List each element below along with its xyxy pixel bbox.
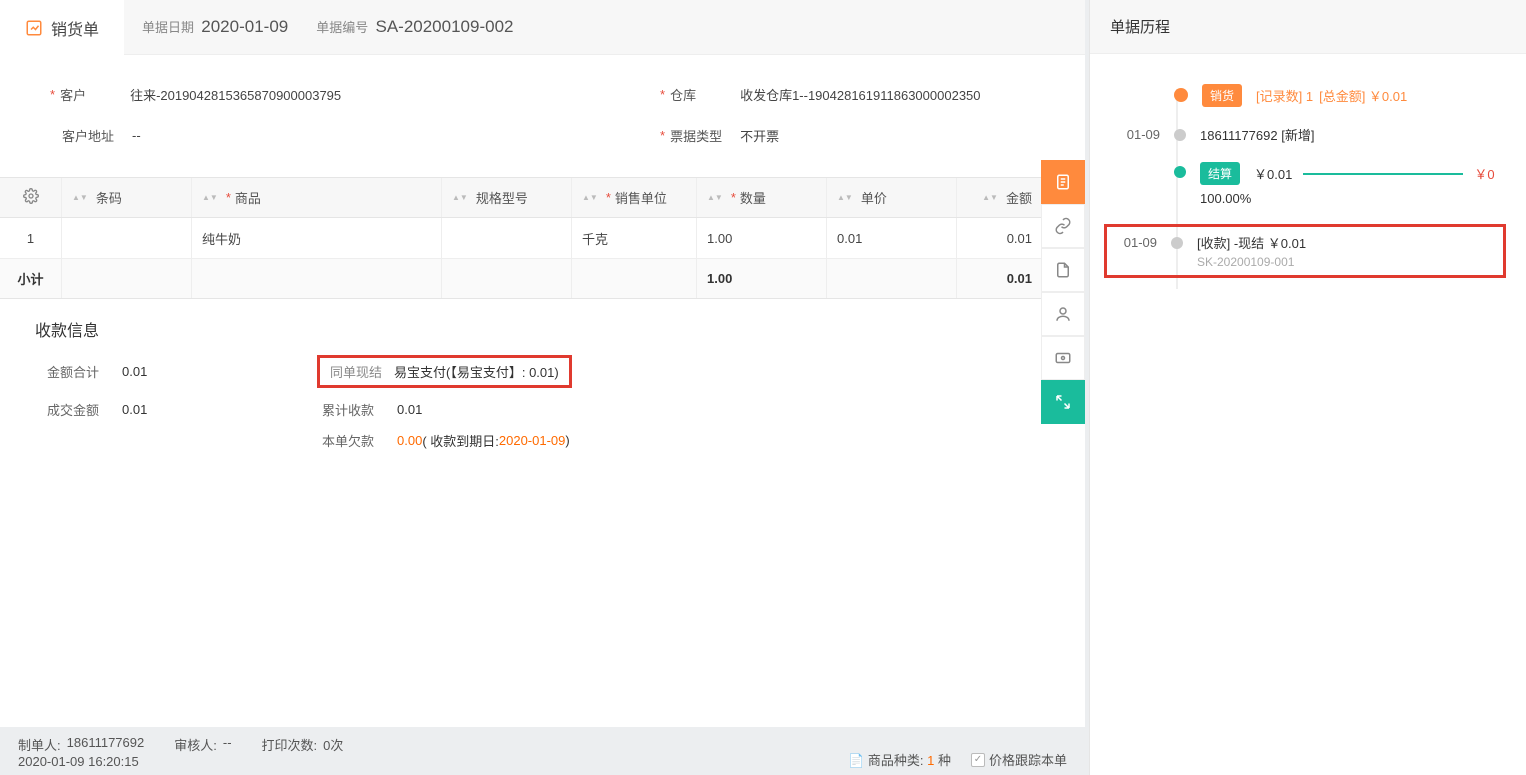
rail-doc-icon[interactable] <box>1041 248 1085 292</box>
th-qty[interactable]: ▲▼*数量 <box>697 178 827 217</box>
date-value: 2020-01-09 <box>201 17 288 36</box>
timeline-panel: 单据历程 销货 [记录数] 1 [总金额] ￥0.01 01-09 186111… <box>1089 0 1526 775</box>
th-spec[interactable]: ▲▼规格型号 <box>442 178 572 217</box>
no-value: SA-20200109-002 <box>375 17 513 36</box>
th-amount[interactable]: ▲▼金额 <box>957 178 1042 217</box>
timeline-node-sales: 销货 [记录数] 1 [总金额] ￥0.01 <box>1110 84 1506 107</box>
rail-expand-icon[interactable] <box>1041 380 1085 424</box>
side-rail <box>1041 160 1085 424</box>
timeline-title: 单据历程 <box>1090 0 1526 54</box>
tab-sales-order[interactable]: 销货单 <box>0 0 124 55</box>
dot-icon <box>1174 88 1188 102</box>
checkbox-icon: ✓ <box>971 753 985 767</box>
rail-link-icon[interactable] <box>1041 204 1085 248</box>
timeline-node-settle: 结算 ￥0.01 ￥0 100.00% <box>1110 162 1506 206</box>
payment-title: 收款信息 <box>35 317 1050 341</box>
receipt-icon: 📄 <box>848 753 864 768</box>
progress-bar <box>1303 173 1463 175</box>
th-price[interactable]: ▲▼单价 <box>827 178 957 217</box>
field-billtype: *票据类型不开票 <box>660 126 779 145</box>
header-meta: 单据日期 2020-01-09 单据编号 SA-20200109-002 <box>124 17 513 37</box>
date-label: 单据日期 <box>142 20 194 35</box>
footer-bar: 制单人:18611177692 审核人:-- 打印次数:0次 2020-01-0… <box>0 727 1085 775</box>
tab-title: 销货单 <box>51 16 99 40</box>
field-customer: *客户往来-2019042815365870900003795 <box>50 85 660 104</box>
th-product[interactable]: ▲▼*商品 <box>192 178 442 217</box>
footer-timestamp: 2020-01-09 16:20:15 <box>18 754 343 769</box>
form-area: *客户往来-2019042815365870900003795 *仓库收发仓库1… <box>0 55 1085 177</box>
header-bar: 销货单 单据日期 2020-01-09 单据编号 SA-20200109-002 <box>0 0 1085 55</box>
th-barcode[interactable]: ▲▼条码 <box>62 178 192 217</box>
highlight-same-settle: 同单现结 易宝支付(【易宝支付】: 0.01) <box>317 355 572 388</box>
dot-icon <box>1174 166 1186 178</box>
table-header: ▲▼条码 ▲▼*商品 ▲▼规格型号 ▲▼*销售单位 ▲▼*数量 ▲▼单价 ▲▼金… <box>0 178 1085 218</box>
dot-icon <box>1174 129 1186 141</box>
price-track-checkbox[interactable]: ✓ 价格跟踪本单 <box>971 750 1067 769</box>
chart-icon <box>25 19 43 37</box>
gear-icon[interactable] <box>23 188 39 207</box>
th-unit[interactable]: ▲▼*销售单位 <box>572 178 697 217</box>
table-row[interactable]: 1 纯牛奶 千克 1.00 0.01 0.01 <box>0 218 1085 258</box>
timeline-node-receipt-highlight[interactable]: 01-09 [收款] -现结 ￥0.01 SK-20200109-001 <box>1104 224 1506 278</box>
payment-section: 收款信息 金额合计 0.01 同单现结 易宝支付(【易宝支付】: 0.01) 成… <box>0 299 1085 482</box>
items-table: ▲▼条码 ▲▼*商品 ▲▼规格型号 ▲▼*销售单位 ▲▼*数量 ▲▼单价 ▲▼金… <box>0 177 1085 299</box>
dot-icon <box>1171 237 1183 249</box>
main-panel: 销货单 单据日期 2020-01-09 单据编号 SA-20200109-002… <box>0 0 1085 775</box>
rail-user-icon[interactable] <box>1041 292 1085 336</box>
field-address: 客户地址-- <box>50 126 660 145</box>
rail-notes-icon[interactable] <box>1041 160 1085 204</box>
rail-money-icon[interactable] <box>1041 336 1085 380</box>
table-subtotal: 小计 1.00 0.01 <box>0 258 1085 298</box>
field-warehouse: *仓库收发仓库1--190428161911863000002350 <box>660 85 981 104</box>
no-label: 单据编号 <box>316 20 368 35</box>
timeline-node-create[interactable]: 01-09 18611177692 [新增] <box>1110 125 1506 144</box>
kinds-info: 📄 商品种类: 1 种 <box>848 750 951 769</box>
